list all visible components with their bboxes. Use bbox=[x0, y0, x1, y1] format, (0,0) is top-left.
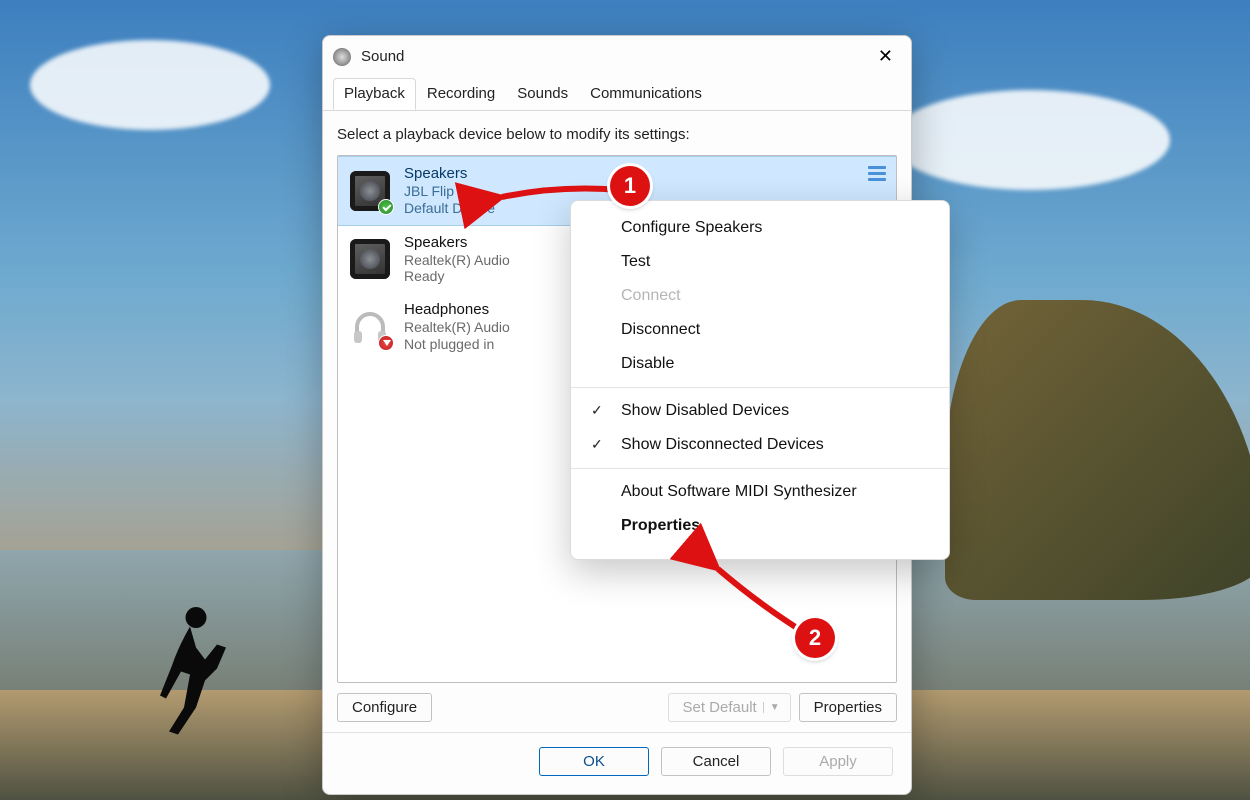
ctx-disable[interactable]: Disable bbox=[571, 347, 949, 381]
hint-text: Select a playback device below to modify… bbox=[337, 126, 897, 143]
ctx-test[interactable]: Test bbox=[571, 245, 949, 279]
list-view-icon[interactable] bbox=[868, 166, 886, 181]
sound-icon bbox=[333, 48, 351, 66]
ctx-show-disconnected[interactable]: Show Disconnected Devices bbox=[571, 428, 949, 462]
annotation-badge-2: 2 bbox=[795, 618, 835, 658]
tab-sounds[interactable]: Sounds bbox=[506, 78, 579, 110]
ctx-about-midi[interactable]: About Software MIDI Synthesizer bbox=[571, 475, 949, 509]
unplugged-icon bbox=[378, 335, 394, 351]
device-status: Ready bbox=[404, 268, 510, 285]
tab-communications[interactable]: Communications bbox=[579, 78, 713, 110]
device-status: Default Device bbox=[404, 200, 495, 217]
set-default-label: Set Default bbox=[683, 699, 757, 716]
ctx-separator bbox=[571, 387, 949, 388]
speaker-icon bbox=[350, 171, 390, 211]
device-driver: Realtek(R) Audio bbox=[404, 252, 510, 269]
ctx-connect: Connect bbox=[571, 279, 949, 313]
apply-button[interactable]: Apply bbox=[783, 747, 893, 776]
set-default-button[interactable]: Set Default ▼ bbox=[668, 693, 791, 722]
configure-button[interactable]: Configure bbox=[337, 693, 432, 722]
default-check-icon bbox=[378, 199, 394, 215]
device-name: Speakers bbox=[404, 234, 510, 252]
chevron-down-icon: ▼ bbox=[763, 702, 786, 713]
ctx-properties[interactable]: Properties bbox=[571, 509, 949, 543]
dialog-footer: OK Cancel Apply bbox=[323, 732, 911, 794]
titlebar: Sound ✕ bbox=[323, 36, 911, 77]
background-runner bbox=[145, 600, 235, 740]
close-button[interactable]: ✕ bbox=[870, 44, 901, 69]
ok-button[interactable]: OK bbox=[539, 747, 649, 776]
ctx-configure-speakers[interactable]: Configure Speakers bbox=[571, 211, 949, 245]
device-name: Headphones bbox=[404, 301, 510, 319]
cancel-button[interactable]: Cancel bbox=[661, 747, 771, 776]
device-name: Speakers bbox=[404, 165, 495, 183]
window-title: Sound bbox=[361, 48, 404, 65]
context-menu: Configure Speakers Test Connect Disconne… bbox=[570, 200, 950, 560]
device-driver: JBL Flip 4 bbox=[404, 183, 495, 200]
headphones-icon bbox=[350, 307, 390, 347]
background-rock bbox=[945, 300, 1250, 600]
annotation-badge-1: 1 bbox=[610, 166, 650, 206]
speaker-icon bbox=[350, 239, 390, 279]
ctx-disconnect[interactable]: Disconnect bbox=[571, 313, 949, 347]
tabs: Playback Recording Sounds Communications bbox=[323, 78, 911, 111]
ctx-separator bbox=[571, 468, 949, 469]
properties-button[interactable]: Properties bbox=[799, 693, 897, 722]
device-driver: Realtek(R) Audio bbox=[404, 319, 510, 336]
device-status: Not plugged in bbox=[404, 336, 510, 353]
tab-recording[interactable]: Recording bbox=[416, 78, 506, 110]
ctx-show-disabled[interactable]: Show Disabled Devices bbox=[571, 394, 949, 428]
tab-playback[interactable]: Playback bbox=[333, 78, 416, 110]
